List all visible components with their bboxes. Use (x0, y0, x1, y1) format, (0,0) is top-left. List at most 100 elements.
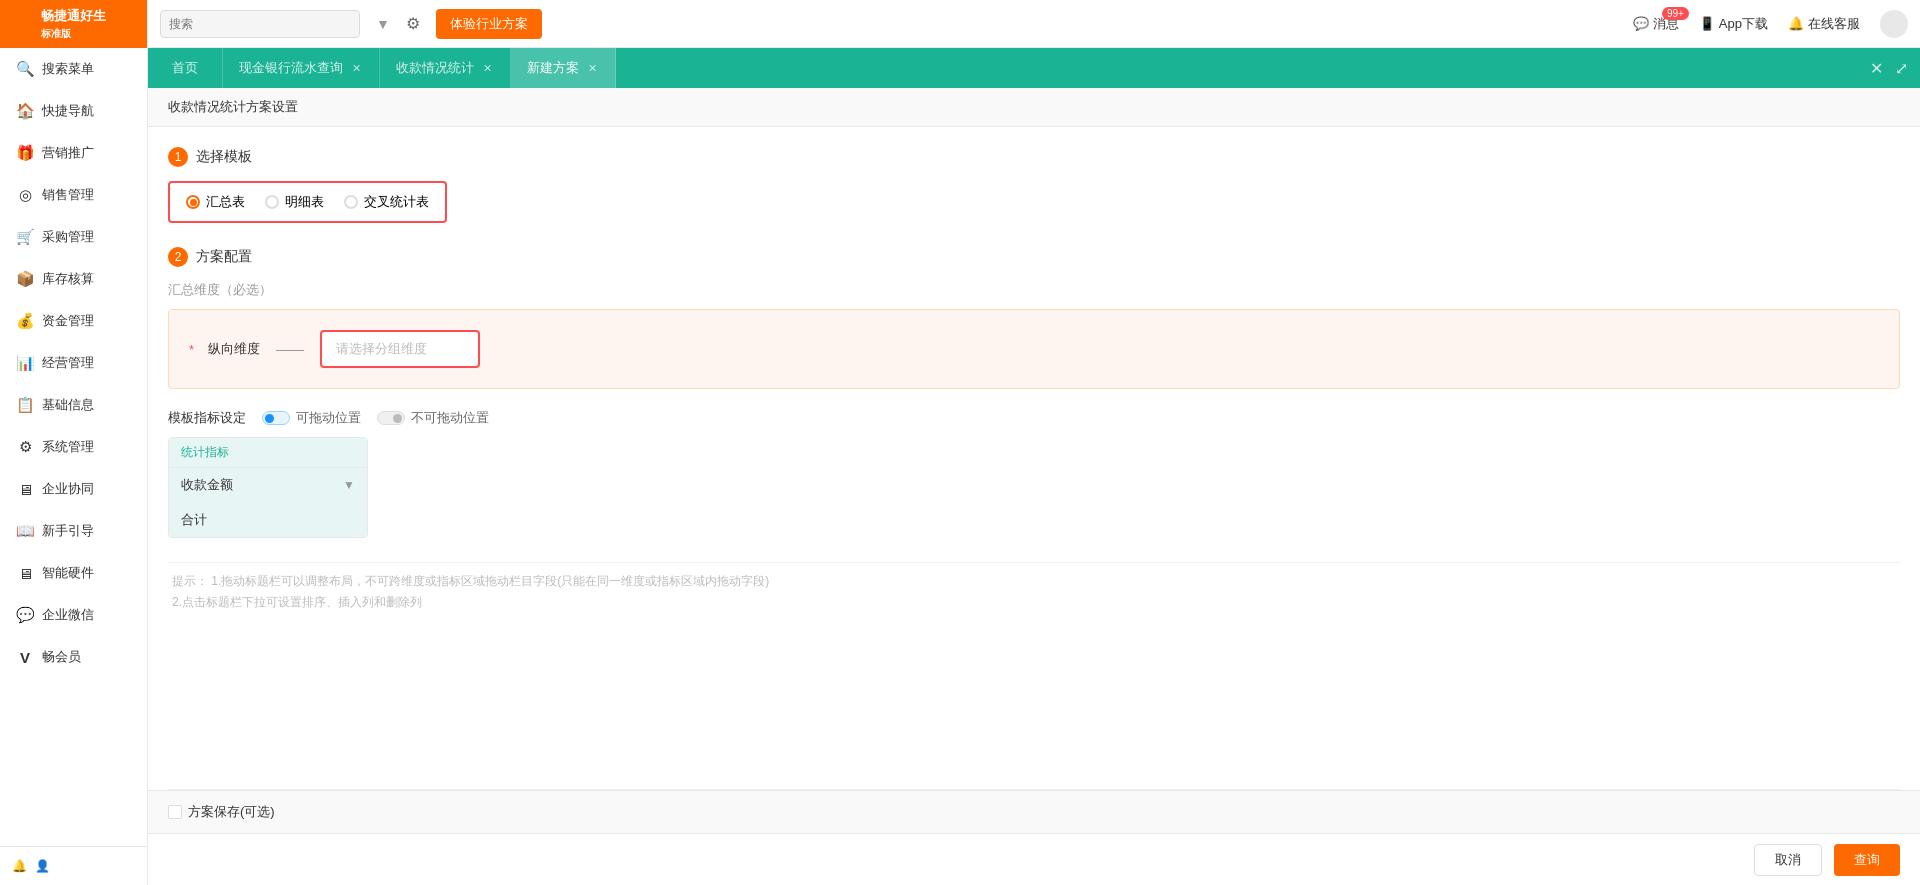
save-checkbox[interactable]: 方案保存(可选) (168, 803, 275, 821)
tab-receipts-label: 收款情况统计 (396, 59, 474, 77)
tab-receipts-close[interactable]: ✕ (480, 61, 494, 75)
sidebar-logo: 畅捷通好生 标准版 (0, 0, 147, 48)
tab-new-plan-close[interactable]: ✕ (585, 61, 599, 75)
content-area: 收款情况统计方案设置 1 选择模板 汇总表 (148, 88, 1920, 833)
sidebar-item-smart-hw[interactable]: 🖥 智能硬件 (0, 552, 147, 594)
system-icon: ⚙ (16, 438, 34, 456)
dimension-label-text: 汇总维度（必选） (168, 282, 272, 297)
tabbar: 首页 现金银行流水查询 ✕ 收款情况统计 ✕ 新建方案 ✕ ✕ ⤢ (148, 48, 1920, 88)
radio-summary[interactable]: 汇总表 (186, 193, 245, 211)
page-title-text: 收款情况统计方案设置 (168, 99, 298, 114)
template-selector: 汇总表 明细表 交叉统计表 (168, 181, 447, 223)
sidebar-item-label: 智能硬件 (42, 564, 94, 582)
sidebar-item-finance[interactable]: 💰 资金管理 (0, 300, 147, 342)
avatar[interactable] (1880, 10, 1908, 38)
tab-close-all-icon[interactable]: ✕ (1870, 59, 1883, 78)
support-label: 在线客服 (1808, 15, 1860, 33)
radio-detail[interactable]: 明细表 (265, 193, 324, 211)
member-icon: V (16, 649, 34, 666)
dimension-row: * 纵向维度 —— 请选择分组维度 (189, 330, 480, 368)
stat-item-total: 合计 (169, 503, 367, 537)
sidebar-bottom-icon1[interactable]: 🔔 (12, 859, 27, 873)
sidebar-bottom: 🔔 👤 (0, 846, 147, 885)
sidebar-item-operations[interactable]: 📊 经营管理 (0, 342, 147, 384)
sidebar-item-label: 基础信息 (42, 396, 94, 414)
sidebar-item-marketing[interactable]: 🎁 营销推广 (0, 132, 147, 174)
indicators-header: 模板指标设定 可拖动位置 不可拖动位置 (168, 409, 1900, 427)
query-button[interactable]: 查询 (1834, 844, 1900, 876)
main-area: ▼ ⚙ 体验行业方案 💬 消息 99+ 📱 App下载 🔔 在线客服 首页 (148, 0, 1920, 885)
purchase-icon: 🛒 (16, 228, 34, 246)
stat-item-dropdown-icon[interactable]: ▼ (343, 478, 355, 492)
step1-header: 1 选择模板 (168, 147, 1900, 167)
search-input[interactable] (160, 10, 360, 38)
tab-new-plan[interactable]: 新建方案 ✕ (511, 48, 616, 88)
notification-button[interactable]: 💬 消息 99+ (1633, 15, 1679, 33)
search-dropdown-icon[interactable]: ▼ (376, 16, 390, 32)
draggable-label: 可拖动位置 (296, 409, 361, 427)
download-label: App下载 (1719, 15, 1768, 33)
tab-cashflow-label: 现金银行流水查询 (239, 59, 343, 77)
sidebar-item-quick-nav[interactable]: 🏠 快捷导航 (0, 90, 147, 132)
tab-cashflow-close[interactable]: ✕ (349, 61, 363, 75)
draggable-toggle-icon (262, 411, 290, 425)
sidebar-item-enterprise[interactable]: 🖥 企业协同 (0, 468, 147, 510)
download-button[interactable]: 📱 App下载 (1699, 15, 1768, 33)
cancel-button[interactable]: 取消 (1754, 844, 1822, 876)
non-draggable-label: 不可拖动位置 (411, 409, 489, 427)
content-inner: 收款情况统计方案设置 1 选择模板 汇总表 (148, 88, 1920, 833)
dimension-config: 汇总维度（必选） * 纵向维度 —— 请选择分组维度 (168, 281, 1900, 389)
save-checkbox-box (168, 805, 182, 819)
dimension-select[interactable]: 请选择分组维度 (320, 330, 480, 368)
support-icon: 🔔 (1788, 16, 1804, 31)
sidebar-item-purchase[interactable]: 🛒 采购管理 (0, 216, 147, 258)
sidebar-item-guide[interactable]: 📖 新手引导 (0, 510, 147, 552)
sidebar-item-wechat[interactable]: 💬 企业微信 (0, 594, 147, 636)
sidebar-bottom-icon2[interactable]: 👤 (35, 859, 50, 873)
form-body: 1 选择模板 汇总表 明细表 (148, 127, 1920, 789)
step1-number: 1 (168, 147, 188, 167)
sidebar-item-label: 搜索菜单 (42, 60, 94, 78)
stat-item-total-label: 合计 (181, 511, 207, 529)
gear-icon[interactable]: ⚙ (406, 14, 420, 33)
basic-info-icon: 📋 (16, 396, 34, 414)
radio-summary-circle (186, 195, 200, 209)
brand-name: 畅捷通好生 (41, 7, 106, 25)
non-draggable-toggle-icon (377, 411, 405, 425)
page-title: 收款情况统计方案设置 (148, 88, 1920, 127)
indicators-label: 模板指标设定 (168, 409, 246, 427)
non-draggable-toggle: 不可拖动位置 (377, 409, 489, 427)
tab-cashflow[interactable]: 现金银行流水查询 ✕ (223, 48, 380, 88)
inventory-icon: 📦 (16, 270, 34, 288)
step1-title: 选择模板 (196, 148, 252, 166)
radio-cross[interactable]: 交叉统计表 (344, 193, 429, 211)
step2-title: 方案配置 (196, 248, 252, 266)
tip-2: 2.点击标题栏下拉可设置排序、插入列和删除列 (168, 594, 1900, 611)
sidebar-item-inventory[interactable]: 📦 库存核算 (0, 258, 147, 300)
radio-summary-label: 汇总表 (206, 193, 245, 211)
sidebar-item-search-menu[interactable]: 🔍 搜索菜单 (0, 48, 147, 90)
sidebar-item-basic-info[interactable]: 📋 基础信息 (0, 384, 147, 426)
radio-cross-label: 交叉统计表 (364, 193, 429, 211)
support-button[interactable]: 🔔 在线客服 (1788, 15, 1860, 33)
tab-home[interactable]: 首页 (148, 48, 223, 88)
step1-section: 1 选择模板 汇总表 明细表 (168, 147, 1900, 223)
notification-icon: 💬 (1633, 16, 1649, 31)
sidebar-item-label: 经营管理 (42, 354, 94, 372)
sidebar-item-label: 采购管理 (42, 228, 94, 246)
trial-button[interactable]: 体验行业方案 (436, 9, 542, 39)
download-icon: 📱 (1699, 16, 1715, 31)
sidebar-item-label: 畅会员 (42, 648, 81, 666)
sidebar-item-sales[interactable]: ◎ 销售管理 (0, 174, 147, 216)
sidebar-item-system[interactable]: ⚙ 系统管理 (0, 426, 147, 468)
radio-detail-label: 明细表 (285, 193, 324, 211)
dimension-area: * 纵向维度 —— 请选择分组维度 (168, 309, 1900, 389)
sidebar-item-member[interactable]: V 畅会员 (0, 636, 147, 678)
tab-new-plan-label: 新建方案 (527, 59, 579, 77)
sidebar-item-label: 系统管理 (42, 438, 94, 456)
tip-1: 提示： 1.拖动标题栏可以调整布局，不可跨维度或指标区域拖动栏目字段(只能在同一… (168, 573, 1900, 590)
tab-expand-icon[interactable]: ⤢ (1895, 59, 1908, 78)
required-star: * (189, 342, 194, 357)
tab-receipts[interactable]: 收款情况统计 ✕ (380, 48, 511, 88)
stat-item-amount[interactable]: 收款金额 ▼ (169, 468, 367, 503)
